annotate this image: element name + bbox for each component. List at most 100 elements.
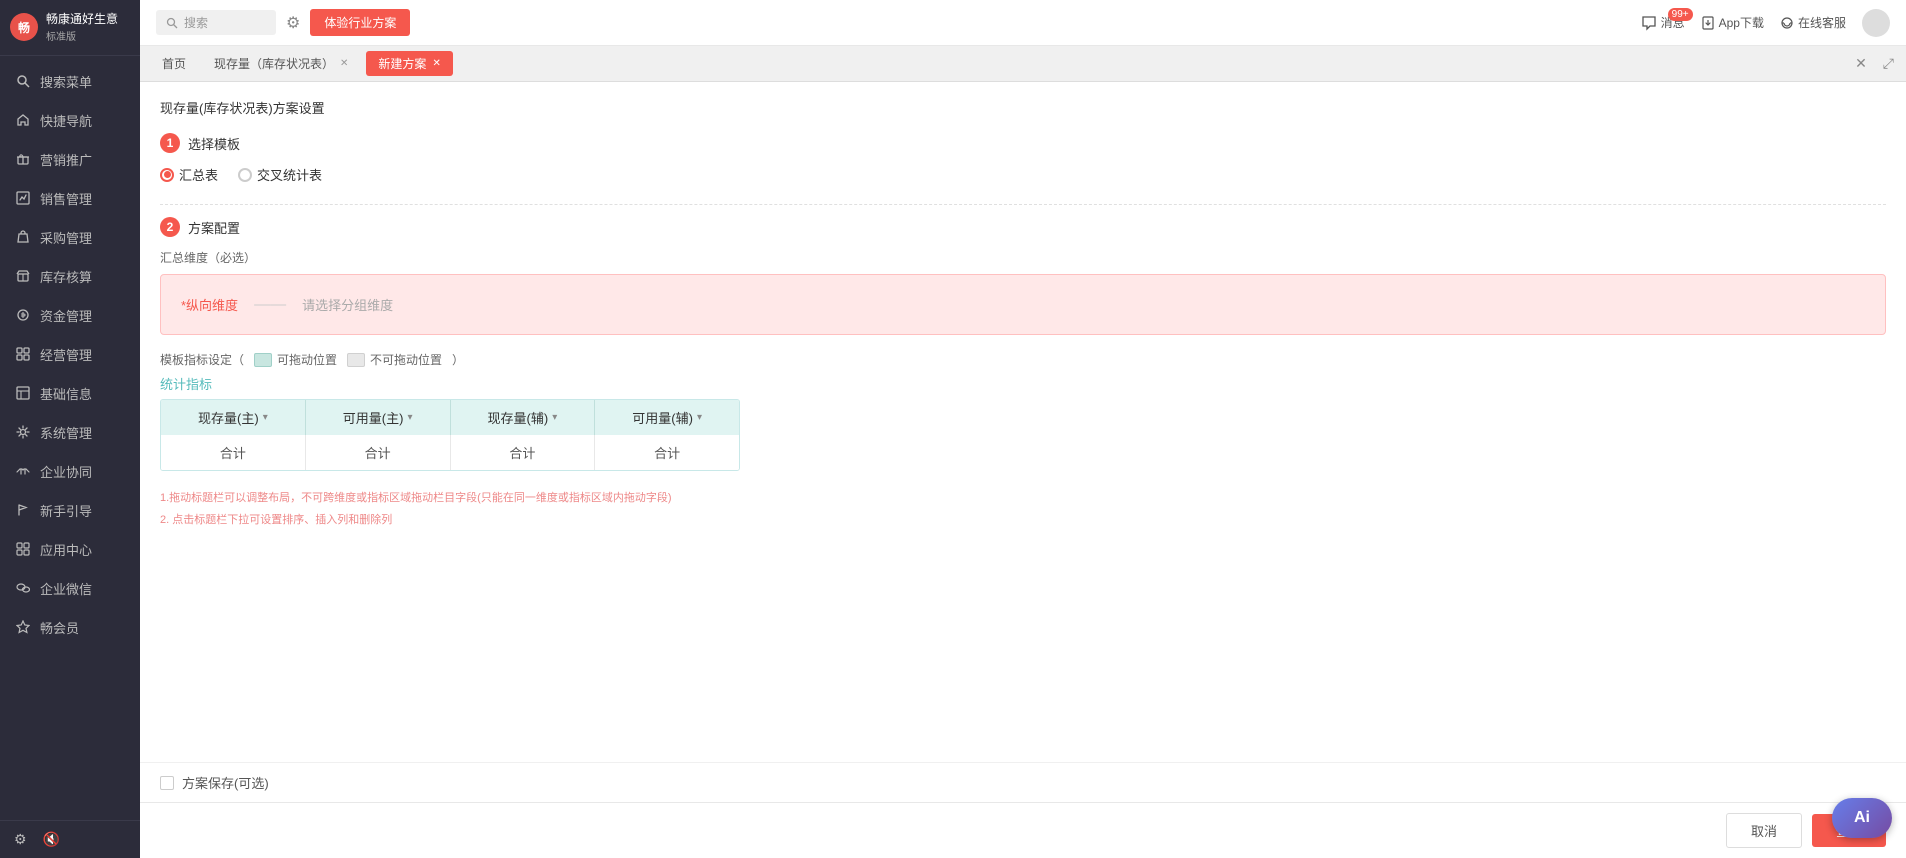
- app-logo-icon: 畅: [10, 13, 38, 41]
- sidebar-item-wechat[interactable]: 企业微信: [0, 569, 140, 608]
- sidebar-label-sys-mgmt: 系统管理: [40, 423, 92, 442]
- sidebar-item-finance[interactable]: 资金管理: [0, 296, 140, 335]
- cancel-button[interactable]: 取消: [1726, 813, 1802, 848]
- section2-label: 方案配置: [188, 218, 240, 237]
- tab-close-ctrl-btn[interactable]: ✕: [1851, 53, 1871, 74]
- topbar-gear-icon[interactable]: ⚙: [286, 13, 300, 33]
- topbar-search-box[interactable]: 搜索: [156, 10, 276, 35]
- ai-fab-label: Ai: [1854, 809, 1870, 827]
- template-cross-option[interactable]: 交叉统计表: [238, 165, 322, 184]
- stats-body-col0: 合计: [161, 435, 306, 470]
- sidebar-item-purchase[interactable]: 采购管理: [0, 218, 140, 257]
- template-cross-radio[interactable]: [238, 168, 252, 182]
- stats-body-col3: 合计: [595, 435, 739, 470]
- tab-new-scheme-label: 新建方案: [378, 55, 426, 72]
- flag-icon: [14, 501, 32, 519]
- sidebar-item-collab[interactable]: 企业协同: [0, 452, 140, 491]
- fixed-legend-box: [347, 353, 365, 367]
- stats-body-col2: 合计: [451, 435, 596, 470]
- sidebar-label-base-info: 基础信息: [40, 384, 92, 403]
- template-summary-radio[interactable]: [160, 168, 174, 182]
- stats-col-available-aux-label: 可用量(辅): [632, 408, 693, 427]
- tips-section: 1.拖动标题栏可以调整布局，不可跨维度或指标区域拖动栏目字段(只能在同一维度或指…: [160, 487, 1886, 531]
- tab-new-close-icon[interactable]: ✕: [432, 58, 440, 69]
- col2-chevron-icon[interactable]: ▾: [552, 412, 557, 423]
- stats-col-stock-main[interactable]: 现存量(主) ▾: [161, 400, 306, 435]
- sidebar-item-quick-nav[interactable]: 快捷导航: [0, 101, 140, 140]
- settings-icon[interactable]: ⚙: [14, 831, 27, 848]
- sidebar-item-membership[interactable]: 畅会员: [0, 608, 140, 647]
- user-avatar[interactable]: [1862, 9, 1890, 37]
- ai-fab-button[interactable]: Ai: [1832, 798, 1892, 838]
- sidebar-item-app-center[interactable]: 应用中心: [0, 530, 140, 569]
- template-options: 汇总表 交叉统计表: [160, 165, 1886, 184]
- section-template: 1 选择模板 汇总表 交叉统计表: [160, 133, 1886, 184]
- stats-body-col1: 合计: [306, 435, 451, 470]
- col3-chevron-icon[interactable]: ▾: [697, 412, 702, 423]
- draggable-legend-label: 可拖动位置: [277, 351, 337, 368]
- bottom-bar: 取消 查询: [140, 802, 1906, 858]
- fixed-legend-label: 不可拖动位置: [370, 351, 442, 368]
- section1-label: 选择模板: [188, 134, 240, 153]
- config-section: 汇总维度（必选） *纵向维度 —— 请选择分组维度 模板指标设定（: [160, 249, 1886, 541]
- tab-inventory-close-icon[interactable]: ✕: [340, 58, 348, 69]
- tips-title: 1.拖动标题栏可以调整布局，不可跨维度或指标区域拖动栏目字段(只能在同一维度或指…: [160, 487, 1886, 509]
- trial-btn[interactable]: 体验行业方案: [310, 9, 410, 36]
- app-name-block: 畅康通好生意 标准版: [46, 12, 118, 43]
- box-icon: [14, 267, 32, 285]
- tab-expand-ctrl-btn[interactable]: ⤢: [1879, 53, 1898, 74]
- app-edition: 标准版: [46, 28, 118, 43]
- sidebar-label-membership: 畅会员: [40, 618, 79, 637]
- draggable-legend-box: [254, 353, 272, 367]
- dimension-box[interactable]: *纵向维度 —— 请选择分组维度: [160, 274, 1886, 335]
- tips-tip2: 2. 点击标题栏下拉可设置排序、插入列和删除列: [160, 514, 392, 526]
- message-btn[interactable]: 消息 99+: [1641, 14, 1685, 31]
- sound-icon[interactable]: 🔇: [43, 831, 60, 848]
- sidebar-label-quick-nav: 快捷导航: [40, 111, 92, 130]
- sidebar-footer: ⚙ 🔇: [0, 820, 140, 858]
- sidebar-item-base-info[interactable]: 基础信息: [0, 374, 140, 413]
- stats-section: 统计指标 现存量(主) ▾ 可用量(主) ▾: [160, 374, 1886, 471]
- stats-label: 统计指标: [160, 374, 1886, 393]
- indicators-label: 模板指标设定（ 可拖动位置 不可拖动位置 ）: [160, 351, 1886, 368]
- stats-col-available-main-label: 可用量(主): [343, 408, 404, 427]
- section2-number: 2: [160, 217, 180, 237]
- fixed-legend: 不可拖动位置: [347, 351, 442, 368]
- sidebar-item-ops[interactable]: 经营管理: [0, 335, 140, 374]
- sidebar-item-sales[interactable]: 销售管理: [0, 179, 140, 218]
- sidebar-label-wechat: 企业微信: [40, 579, 92, 598]
- home-icon: [14, 111, 32, 129]
- sidebar-item-newbie[interactable]: 新手引导: [0, 491, 140, 530]
- online-service-btn[interactable]: 在线客服: [1780, 14, 1846, 31]
- sidebar-item-search-menu[interactable]: 搜索菜单: [0, 62, 140, 101]
- sidebar-item-marketing[interactable]: 营销推广: [0, 140, 140, 179]
- tab-home[interactable]: 首页: [148, 49, 200, 78]
- sidebar-label-sales: 销售管理: [40, 189, 92, 208]
- indicators-section: 模板指标设定（ 可拖动位置 不可拖动位置 ）: [160, 351, 1886, 471]
- sidebar-label-purchase: 采购管理: [40, 228, 92, 247]
- online-service-label: 在线客服: [1798, 14, 1846, 31]
- sidebar-item-inventory[interactable]: 库存核算: [0, 257, 140, 296]
- template-summary-option[interactable]: 汇总表: [160, 165, 218, 184]
- divider-1: [160, 204, 1886, 205]
- stats-col-stock-main-label: 现存量(主): [198, 408, 259, 427]
- stats-col-available-main[interactable]: 可用量(主) ▾: [306, 400, 451, 435]
- stats-col-stock-aux[interactable]: 现存量(辅) ▾: [451, 400, 596, 435]
- save-checkbox[interactable]: [160, 776, 174, 790]
- dim-label: *纵向维度: [181, 295, 238, 314]
- gift-icon: [14, 150, 32, 168]
- app-download-btn[interactable]: App下载: [1701, 14, 1764, 31]
- sidebar-item-sys-mgmt[interactable]: 系统管理: [0, 413, 140, 452]
- sidebar-label-inventory: 库存核算: [40, 267, 92, 286]
- stats-col-stock-aux-label: 现存量(辅): [488, 408, 549, 427]
- tab-inventory-status[interactable]: 现存量（库存状况表） ✕: [200, 49, 362, 78]
- indicators-settings-text: 模板指标设定（: [160, 351, 244, 368]
- col1-chevron-icon[interactable]: ▾: [407, 412, 412, 423]
- dim-hint: 请选择分组维度: [302, 295, 393, 314]
- tabs-bar: 首页 现存量（库存状况表） ✕ 新建方案 ✕ ✕ ⤢: [140, 46, 1906, 82]
- sidebar-label-search-menu: 搜索菜单: [40, 72, 92, 91]
- sidebar-label-collab: 企业协同: [40, 462, 92, 481]
- col0-chevron-icon[interactable]: ▾: [263, 412, 268, 423]
- stats-col-available-aux[interactable]: 可用量(辅) ▾: [595, 400, 739, 435]
- tab-new-scheme[interactable]: 新建方案 ✕: [366, 51, 452, 76]
